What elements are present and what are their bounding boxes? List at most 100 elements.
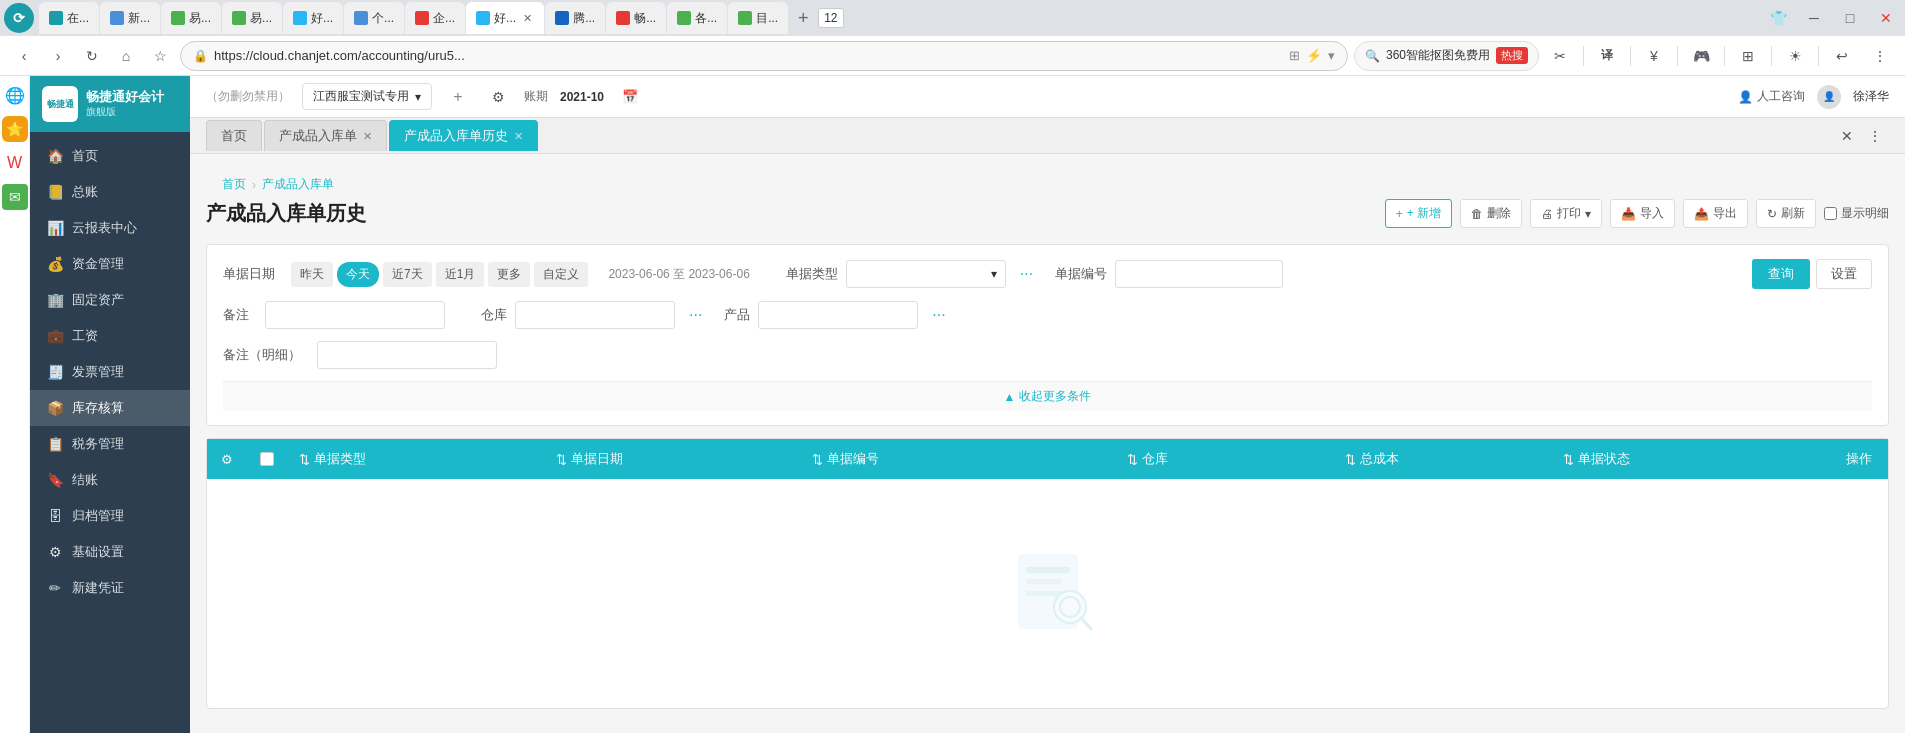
print-button[interactable]: 🖨 打印 ▾: [1530, 199, 1602, 228]
sidebar-item-ledger[interactable]: 📒 总账: [30, 174, 190, 210]
date-btn-1month[interactable]: 近1月: [436, 262, 485, 287]
brightness-icon[interactable]: ☀: [1780, 41, 1810, 71]
date-btn-today[interactable]: 今天: [337, 262, 379, 287]
remark-input[interactable]: [265, 301, 445, 329]
th-warehouse[interactable]: ⇅ 仓库: [1115, 450, 1333, 468]
icon-bar-weibo[interactable]: W: [2, 150, 28, 176]
page-tab-list[interactable]: 产成品入库单 ✕: [264, 120, 387, 151]
back-button[interactable]: ‹: [10, 42, 38, 70]
tab-list-close[interactable]: ✕: [363, 130, 372, 143]
display-detail-toggle[interactable]: 显示明细: [1824, 205, 1889, 222]
th-doc-status[interactable]: ⇅ 单据状态: [1551, 450, 1808, 468]
add-button[interactable]: + + 新增: [1385, 199, 1452, 228]
tab-history-close[interactable]: ✕: [514, 130, 523, 143]
sidebar-item-checkout[interactable]: 🔖 结账: [30, 462, 190, 498]
icon-bar-mail[interactable]: ✉: [2, 184, 28, 210]
close-btn[interactable]: ✕: [1871, 3, 1901, 33]
product-dots[interactable]: ···: [926, 306, 951, 324]
app-logo[interactable]: ⟳: [4, 3, 34, 33]
date-btn-yesterday[interactable]: 昨天: [291, 262, 333, 287]
tab-6[interactable]: 个...: [344, 2, 404, 34]
yuan-icon[interactable]: ¥: [1639, 41, 1669, 71]
sidebar-item-archive[interactable]: 🗄 归档管理: [30, 498, 190, 534]
tab-4[interactable]: 易...: [222, 2, 282, 34]
th-doc-date[interactable]: ⇅ 单据日期: [544, 450, 801, 468]
sidebar-item-invoice[interactable]: 🧾 发票管理: [30, 354, 190, 390]
warehouse-select[interactable]: [515, 301, 675, 329]
tab-11[interactable]: 各...: [667, 2, 727, 34]
th-checkbox[interactable]: [247, 452, 287, 466]
page-tab-home[interactable]: 首页: [206, 120, 262, 151]
header-checkbox[interactable]: [260, 452, 274, 466]
undo-icon[interactable]: ↩: [1827, 41, 1857, 71]
sidebar-item-home[interactable]: 🏠 首页: [30, 138, 190, 174]
sidebar-item-assets[interactable]: 🏢 固定资产: [30, 282, 190, 318]
filter-settings-button[interactable]: 设置: [1816, 259, 1872, 289]
icon-bar-star[interactable]: ⭐: [2, 116, 28, 142]
export-button[interactable]: 📤 导出: [1683, 199, 1748, 228]
date-btn-custom[interactable]: 自定义: [534, 262, 588, 287]
detail-remark-input[interactable]: [317, 341, 497, 369]
date-btn-more[interactable]: 更多: [488, 262, 530, 287]
th-doc-type[interactable]: ⇅ 单据类型: [287, 450, 544, 468]
add-company-button[interactable]: +: [444, 83, 472, 111]
translate-icon[interactable]: 译: [1592, 41, 1622, 71]
search-bar[interactable]: 🔍 360智能抠图免费用 热搜: [1354, 41, 1539, 71]
dropdown-arrow[interactable]: ▾: [1328, 48, 1335, 63]
sidebar-item-tax[interactable]: 📋 税务管理: [30, 426, 190, 462]
company-selector[interactable]: 江西服宝测试专用 ▾: [302, 83, 432, 110]
query-button[interactable]: 查询: [1752, 259, 1810, 289]
minimize-btn[interactable]: ─: [1799, 3, 1829, 33]
doc-type-select[interactable]: ▾: [846, 260, 1006, 288]
company-settings-button[interactable]: ⚙: [484, 83, 512, 111]
lightning-icon[interactable]: ⚡: [1306, 48, 1322, 63]
tab-1[interactable]: 在...: [39, 2, 99, 34]
grid-icon-toolbar[interactable]: ⊞: [1733, 41, 1763, 71]
sidebar-item-cash[interactable]: 💰 资金管理: [30, 246, 190, 282]
more-icon[interactable]: ⋮: [1865, 41, 1895, 71]
reload-button[interactable]: ↻: [78, 42, 106, 70]
sidebar-item-basic[interactable]: ⚙ 基础设置: [30, 534, 190, 570]
tab-12[interactable]: 目...: [728, 2, 788, 34]
scissors-icon[interactable]: ✂: [1545, 41, 1575, 71]
warehouse-dots[interactable]: ···: [683, 306, 708, 324]
shirt-icon[interactable]: 👕: [1763, 3, 1793, 33]
sidebar-item-reports[interactable]: 📊 云报表中心: [30, 210, 190, 246]
maximize-btn[interactable]: □: [1835, 3, 1865, 33]
doc-type-dots[interactable]: ···: [1014, 265, 1039, 283]
user-service-button[interactable]: 👤 人工咨询: [1738, 88, 1805, 105]
th-settings[interactable]: ⚙: [207, 452, 247, 467]
tab-close-all[interactable]: ✕: [1833, 122, 1861, 150]
star-button[interactable]: ☆: [146, 42, 174, 70]
th-total-cost[interactable]: ⇅ 总成本: [1333, 450, 1551, 468]
tab-7[interactable]: 企...: [405, 2, 465, 34]
tab-2[interactable]: 新...: [100, 2, 160, 34]
grid-icon[interactable]: ⊞: [1289, 48, 1300, 63]
sidebar-item-newentry[interactable]: ✏ 新建凭证: [30, 570, 190, 606]
delete-button[interactable]: 🗑 删除: [1460, 199, 1522, 228]
tab-8[interactable]: 好... ✕: [466, 2, 544, 34]
tab-more-options[interactable]: ⋮: [1861, 122, 1889, 150]
th-doc-num[interactable]: ⇅ 单据编号: [800, 450, 1115, 468]
user-avatar[interactable]: 👤: [1817, 85, 1841, 109]
refresh-button[interactable]: ↻ 刷新: [1756, 199, 1816, 228]
forward-button[interactable]: ›: [44, 42, 72, 70]
home-button[interactable]: ⌂: [112, 42, 140, 70]
page-tab-history[interactable]: 产成品入库单历史 ✕: [389, 120, 538, 151]
tab-8-close[interactable]: ✕: [520, 11, 534, 25]
date-btn-7days[interactable]: 近7天: [383, 262, 432, 287]
address-bar[interactable]: 🔒 https://cloud.chanjet.com/accounting/u…: [180, 41, 1348, 71]
doc-num-input[interactable]: [1115, 260, 1283, 288]
tab-10[interactable]: 畅...: [606, 2, 666, 34]
display-detail-checkbox[interactable]: [1824, 207, 1837, 220]
sidebar-item-payroll[interactable]: 💼 工资: [30, 318, 190, 354]
new-tab-button[interactable]: +: [789, 4, 817, 32]
collapse-button[interactable]: ▲ 收起更多条件: [223, 381, 1872, 411]
icon-bar-360[interactable]: 🌐: [2, 82, 28, 108]
tab-3[interactable]: 易...: [161, 2, 221, 34]
product-select[interactable]: [758, 301, 918, 329]
tab-5[interactable]: 好...: [283, 2, 343, 34]
sidebar-item-inventory[interactable]: 📦 库存核算: [30, 390, 190, 426]
period-calendar-button[interactable]: 📅: [616, 83, 644, 111]
gamepad-icon[interactable]: 🎮: [1686, 41, 1716, 71]
